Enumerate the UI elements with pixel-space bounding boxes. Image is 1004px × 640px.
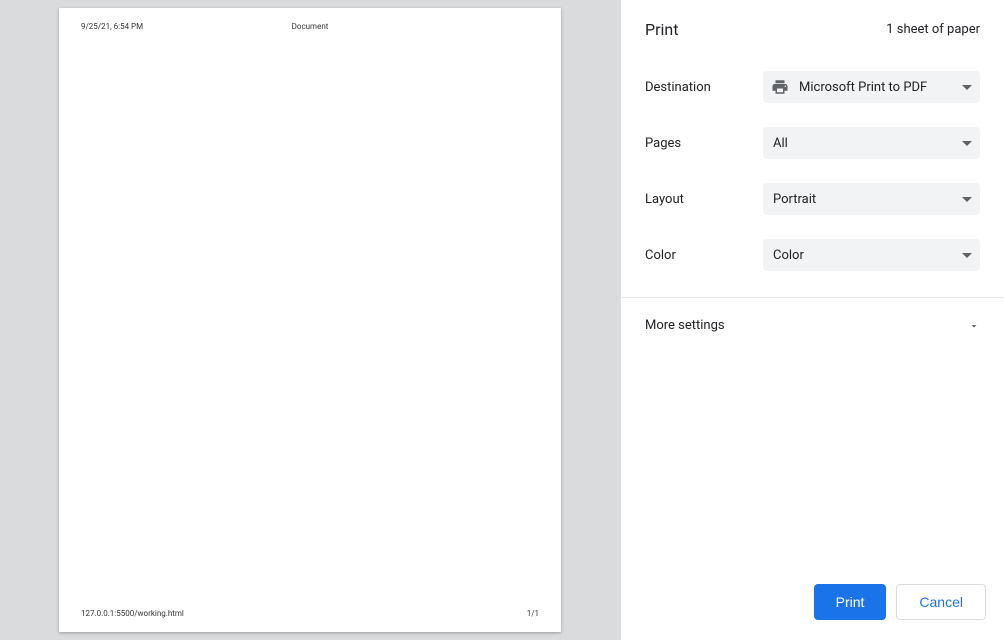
pages-select[interactable]: All xyxy=(763,127,980,159)
chevron-down-icon xyxy=(962,141,972,146)
setting-row-color: Color Color xyxy=(645,227,980,283)
chevron-down-icon xyxy=(968,320,980,332)
pages-label: Pages xyxy=(645,136,763,151)
destination-label: Destination xyxy=(645,80,763,95)
chevron-down-icon xyxy=(962,197,972,202)
layout-select[interactable]: Portrait xyxy=(763,183,980,215)
destination-select[interactable]: Microsoft Print to PDF xyxy=(763,71,980,103)
page-footer: 127.0.0.1:5500/working.html 1/1 xyxy=(81,609,539,618)
color-select[interactable]: Color xyxy=(763,239,980,271)
sheet-count: 1 sheet of paper xyxy=(886,22,980,37)
setting-row-pages: Pages All xyxy=(645,115,980,171)
more-settings-toggle[interactable]: More settings xyxy=(621,298,1004,353)
destination-value: Microsoft Print to PDF xyxy=(799,80,927,95)
preview-page-indicator: 1/1 xyxy=(527,609,539,618)
page-header: 9/25/21, 6:54 PM Document xyxy=(81,22,539,31)
layout-label: Layout xyxy=(645,192,763,207)
setting-row-destination: Destination Microsoft Print to PDF xyxy=(645,59,980,115)
pages-value: All xyxy=(773,136,788,151)
panel-title: Print xyxy=(645,20,678,39)
printer-icon xyxy=(771,78,789,96)
more-settings-label: More settings xyxy=(645,318,725,333)
print-preview-area: 9/25/21, 6:54 PM Document 127.0.0.1:5500… xyxy=(0,0,620,640)
preview-timestamp: 9/25/21, 6:54 PM xyxy=(81,22,143,31)
page-preview[interactable]: 9/25/21, 6:54 PM Document 127.0.0.1:5500… xyxy=(59,8,561,632)
action-bar: Print Cancel xyxy=(621,568,1004,640)
chevron-down-icon xyxy=(962,253,972,258)
setting-row-layout: Layout Portrait xyxy=(645,171,980,227)
spacer xyxy=(621,353,1004,568)
preview-footer-url: 127.0.0.1:5500/working.html xyxy=(81,609,184,618)
color-label: Color xyxy=(645,248,763,263)
preview-doc-title: Document xyxy=(292,22,329,31)
layout-value: Portrait xyxy=(773,192,816,207)
print-panel: Print 1 sheet of paper Destination Micro… xyxy=(620,0,1004,640)
panel-header: Print 1 sheet of paper xyxy=(621,0,1004,55)
chevron-down-icon xyxy=(962,85,972,90)
settings-list: Destination Microsoft Print to PDF Pages… xyxy=(621,55,1004,283)
cancel-button[interactable]: Cancel xyxy=(896,584,986,620)
color-value: Color xyxy=(773,248,804,263)
print-button[interactable]: Print xyxy=(814,584,887,620)
